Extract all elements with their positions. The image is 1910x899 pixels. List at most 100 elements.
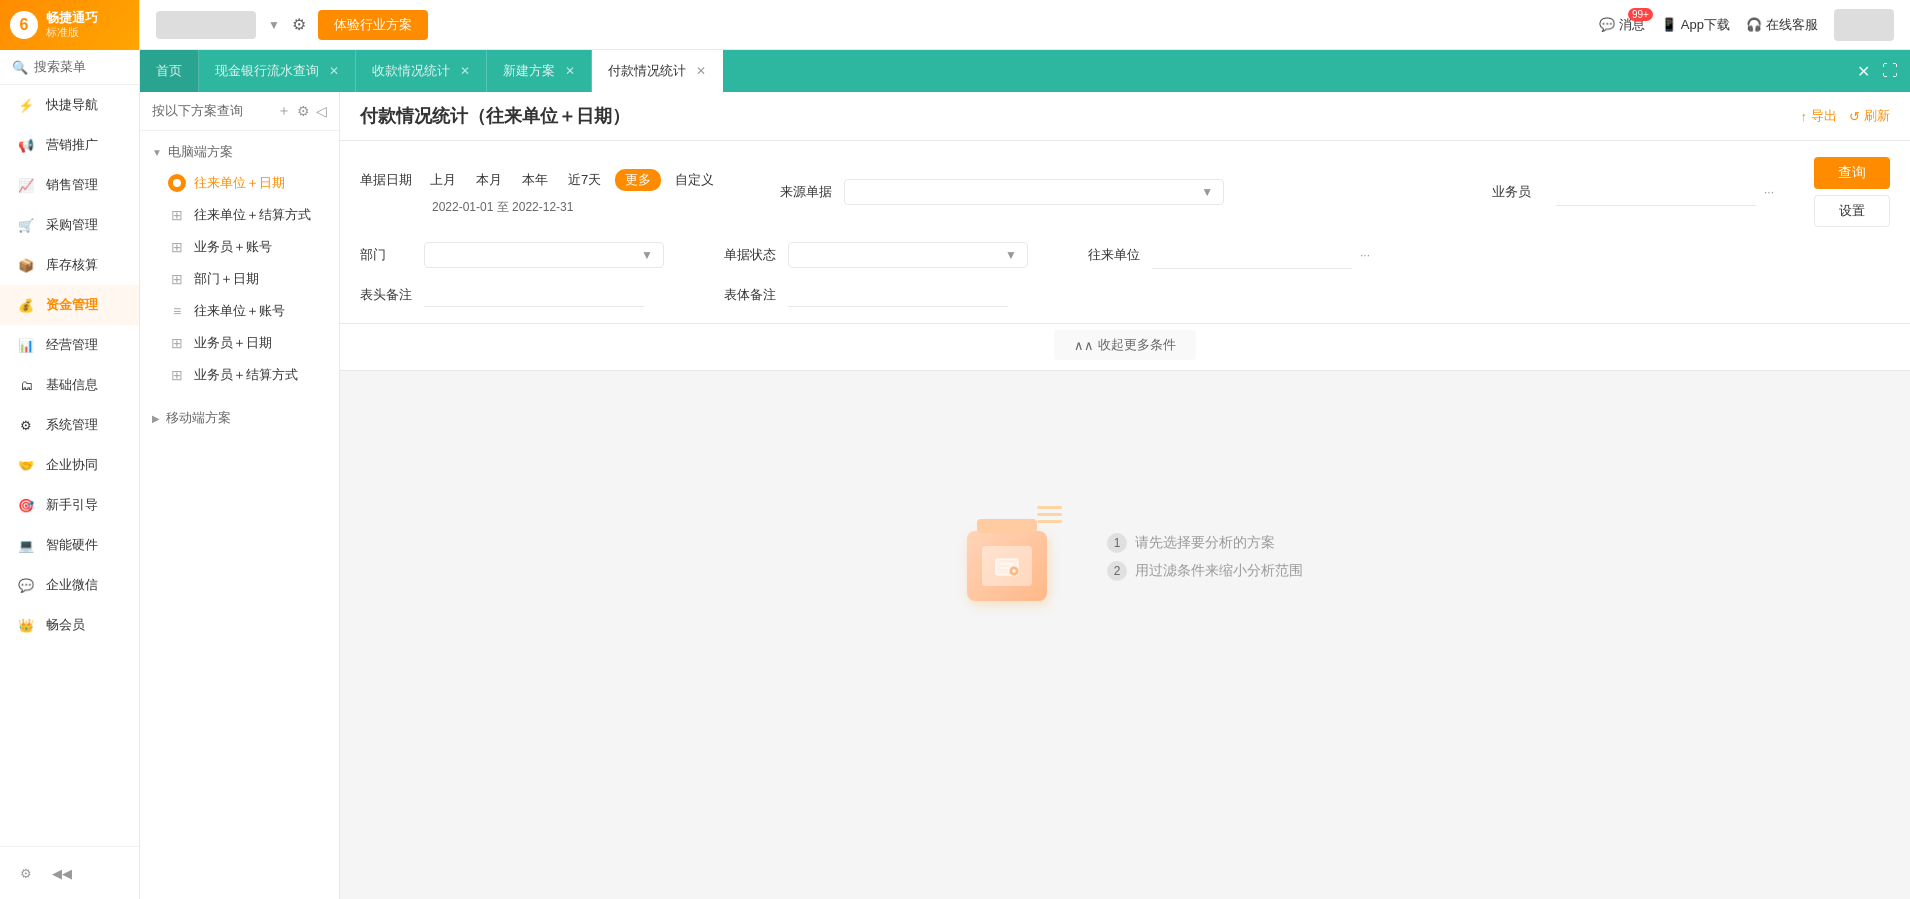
user-avatar[interactable] bbox=[1834, 9, 1894, 41]
desktop-scheme-group-title[interactable]: ▼ 电脑端方案 bbox=[140, 137, 339, 167]
sidebar-item-wechat[interactable]: 💬 企业微信 bbox=[0, 565, 139, 605]
header-note-input[interactable] bbox=[424, 283, 644, 307]
counterpart-dots[interactable]: ··· bbox=[1360, 248, 1370, 262]
salesperson-dots[interactable]: ··· bbox=[1764, 185, 1774, 199]
search-label: 搜索菜单 bbox=[34, 58, 86, 76]
sidebar-item-marketing[interactable]: 📢 营销推广 bbox=[0, 125, 139, 165]
scheme-item-dept-date[interactable]: ⊞ 部门＋日期 bbox=[140, 263, 339, 295]
sidebar-item-smart[interactable]: 💻 智能硬件 bbox=[0, 525, 139, 565]
sidebar-label-marketing: 营销推广 bbox=[46, 136, 98, 154]
service-label: 在线客服 bbox=[1766, 16, 1818, 34]
sidebar-search[interactable]: 🔍 搜索菜单 bbox=[0, 50, 139, 85]
scheme-panel-title-area: 按以下方案查询 bbox=[152, 102, 243, 120]
message-icon: 💬 bbox=[1599, 17, 1615, 32]
collapse-button[interactable]: ∧∧ 收起更多条件 bbox=[1054, 330, 1196, 360]
system-icon: ⚙ bbox=[16, 415, 36, 435]
hint-text-1: 请先选择要分析的方案 bbox=[1135, 534, 1275, 552]
right-content: 付款情况统计（往来单位＋日期） ↑ 导出 ↺ 刷新 单据日期 bbox=[340, 92, 1910, 899]
sidebar-item-operations[interactable]: 📊 经营管理 bbox=[0, 325, 139, 365]
tab-new-scheme-close[interactable]: ✕ bbox=[565, 64, 575, 78]
scheme-item-counterpart-payment[interactable]: ⊞ 往来单位＋结算方式 bbox=[140, 199, 339, 231]
app-name: 畅捷通巧 bbox=[46, 10, 98, 26]
tab-bank-flow-close[interactable]: ✕ bbox=[329, 64, 339, 78]
app-download-button[interactable]: 📱 App下载 bbox=[1661, 16, 1730, 34]
scheme-panel-title: 按以下方案查询 bbox=[152, 102, 243, 120]
sidebar-item-cooperation[interactable]: 🤝 企业协同 bbox=[0, 445, 139, 485]
scheme-item-counterpart-date[interactable]: 往来单位＋日期 bbox=[140, 167, 339, 199]
grid-icon-5: ⊞ bbox=[168, 366, 186, 384]
sidebar-item-member[interactable]: 👑 畅会员 bbox=[0, 605, 139, 645]
setting-button[interactable]: 设置 bbox=[1814, 195, 1890, 227]
sidebar-item-sales[interactable]: 📈 销售管理 bbox=[0, 165, 139, 205]
scheme-label-counterpart-date: 往来单位＋日期 bbox=[194, 174, 285, 192]
page-header: 付款情况统计（往来单位＋日期） ↑ 导出 ↺ 刷新 bbox=[340, 92, 1910, 141]
header-right: 💬 消息 99+ 📱 App下载 🎧 在线客服 bbox=[1599, 9, 1894, 41]
body-note-input[interactable] bbox=[788, 283, 1008, 307]
date-range-display: 2022-01-01 至 2022-12-31 bbox=[432, 200, 573, 214]
sidebar-item-inventory[interactable]: 📦 库存核算 bbox=[0, 245, 139, 285]
tab-bank-flow[interactable]: 现金银行流水查询 ✕ bbox=[199, 50, 356, 92]
date-opt-7days[interactable]: 近7天 bbox=[562, 169, 607, 191]
mobile-scheme-group-title[interactable]: ▶ 移动端方案 bbox=[140, 403, 339, 433]
tab-new-scheme[interactable]: 新建方案 ✕ bbox=[487, 50, 592, 92]
scheme-collapse-btn[interactable]: ◁ bbox=[316, 103, 327, 119]
sidebar-label-system: 系统管理 bbox=[46, 416, 98, 434]
desktop-group-arrow: ▼ bbox=[152, 147, 162, 158]
add-scheme-btn[interactable]: ＋ bbox=[277, 102, 291, 120]
tab-new-scheme-label: 新建方案 bbox=[503, 62, 555, 80]
sidebar-label-basic-info: 基础信息 bbox=[46, 376, 98, 394]
tab-expand-icon[interactable]: ⛶ bbox=[1882, 62, 1898, 80]
dept-select[interactable]: ▼ bbox=[424, 242, 664, 268]
sidebar-settings-btn[interactable]: ⚙ bbox=[12, 859, 40, 887]
date-opt-more[interactable]: 更多 bbox=[615, 169, 661, 191]
sidebar-item-system[interactable]: ⚙ 系统管理 bbox=[0, 405, 139, 445]
tab-payment-stat-label: 付款情况统计 bbox=[608, 62, 686, 80]
doc-status-select[interactable]: ▼ bbox=[788, 242, 1028, 268]
tab-home[interactable]: 首页 bbox=[140, 50, 199, 92]
sidebar-item-basic-info[interactable]: 🗂 基础信息 bbox=[0, 365, 139, 405]
source-doc-select[interactable]: ▼ bbox=[844, 179, 1224, 205]
sidebar-item-purchase[interactable]: 🛒 采购管理 bbox=[0, 205, 139, 245]
header-dropdown-arrow[interactable]: ▼ bbox=[268, 18, 280, 32]
svg-point-0 bbox=[173, 179, 181, 187]
avatar bbox=[156, 11, 256, 39]
wechat-icon: 💬 bbox=[16, 575, 36, 595]
scheme-item-salesperson-account[interactable]: ⊞ 业务员＋账号 bbox=[140, 231, 339, 263]
sidebar-collapse-btn[interactable]: ◀◀ bbox=[48, 859, 76, 887]
tab-close-all-icon[interactable]: ✕ bbox=[1857, 62, 1870, 81]
tab-receipt-stat[interactable]: 收款情况统计 ✕ bbox=[356, 50, 487, 92]
tab-home-label: 首页 bbox=[156, 62, 182, 80]
scheme-item-salesperson-payment[interactable]: ⊞ 业务员＋结算方式 bbox=[140, 359, 339, 391]
page-title: 付款情况统计（往来单位＋日期） bbox=[360, 104, 630, 128]
export-button[interactable]: ↑ 导出 bbox=[1801, 107, 1838, 125]
tab-receipt-stat-close[interactable]: ✕ bbox=[460, 64, 470, 78]
scheme-item-salesperson-date[interactable]: ⊞ 业务员＋日期 bbox=[140, 327, 339, 359]
scheme-settings-btn[interactable]: ⚙ bbox=[297, 103, 310, 119]
sidebar-item-guide[interactable]: 🎯 新手引导 bbox=[0, 485, 139, 525]
main-content: 按以下方案查询 ＋ ⚙ ◁ ▼ 电脑端方案 往来单位＋日期 bbox=[140, 92, 1910, 899]
page-actions: ↑ 导出 ↺ 刷新 bbox=[1801, 107, 1891, 125]
member-icon: 👑 bbox=[16, 615, 36, 635]
tab-payment-stat[interactable]: 付款情况统计 ✕ bbox=[592, 50, 723, 92]
header-gear-icon[interactable]: ⚙ bbox=[292, 15, 306, 34]
header: ▼ ⚙ 体验行业方案 💬 消息 99+ 📱 App下载 🎧 在线客服 bbox=[140, 0, 1910, 50]
online-service-button[interactable]: 🎧 在线客服 bbox=[1746, 16, 1818, 34]
message-badge: 99+ bbox=[1628, 8, 1653, 21]
sidebar-label-funds: 资金管理 bbox=[46, 296, 98, 314]
refresh-button[interactable]: ↺ 刷新 bbox=[1849, 107, 1890, 125]
sidebar-item-quick-nav[interactable]: ⚡ 快捷导航 bbox=[0, 85, 139, 125]
date-opt-this-year[interactable]: 本年 bbox=[516, 169, 554, 191]
date-opt-this-month[interactable]: 本月 bbox=[470, 169, 508, 191]
scheme-item-counterpart-account[interactable]: ≡ 往来单位＋账号 bbox=[140, 295, 339, 327]
header-user[interactable] bbox=[156, 11, 256, 39]
dept-arrow: ▼ bbox=[641, 248, 653, 262]
scheme-panel-actions: ＋ ⚙ ◁ bbox=[277, 102, 327, 120]
query-button[interactable]: 查询 bbox=[1814, 157, 1890, 189]
date-opt-last-month[interactable]: 上月 bbox=[424, 169, 462, 191]
scheme-panel-header: 按以下方案查询 ＋ ⚙ ◁ bbox=[140, 92, 339, 131]
sidebar-item-funds[interactable]: 💰 资金管理 bbox=[0, 285, 139, 325]
message-button[interactable]: 💬 消息 99+ bbox=[1599, 16, 1645, 34]
trial-button[interactable]: 体验行业方案 bbox=[318, 10, 428, 40]
date-opt-custom[interactable]: 自定义 bbox=[669, 169, 720, 191]
tab-payment-stat-close[interactable]: ✕ bbox=[696, 64, 706, 78]
